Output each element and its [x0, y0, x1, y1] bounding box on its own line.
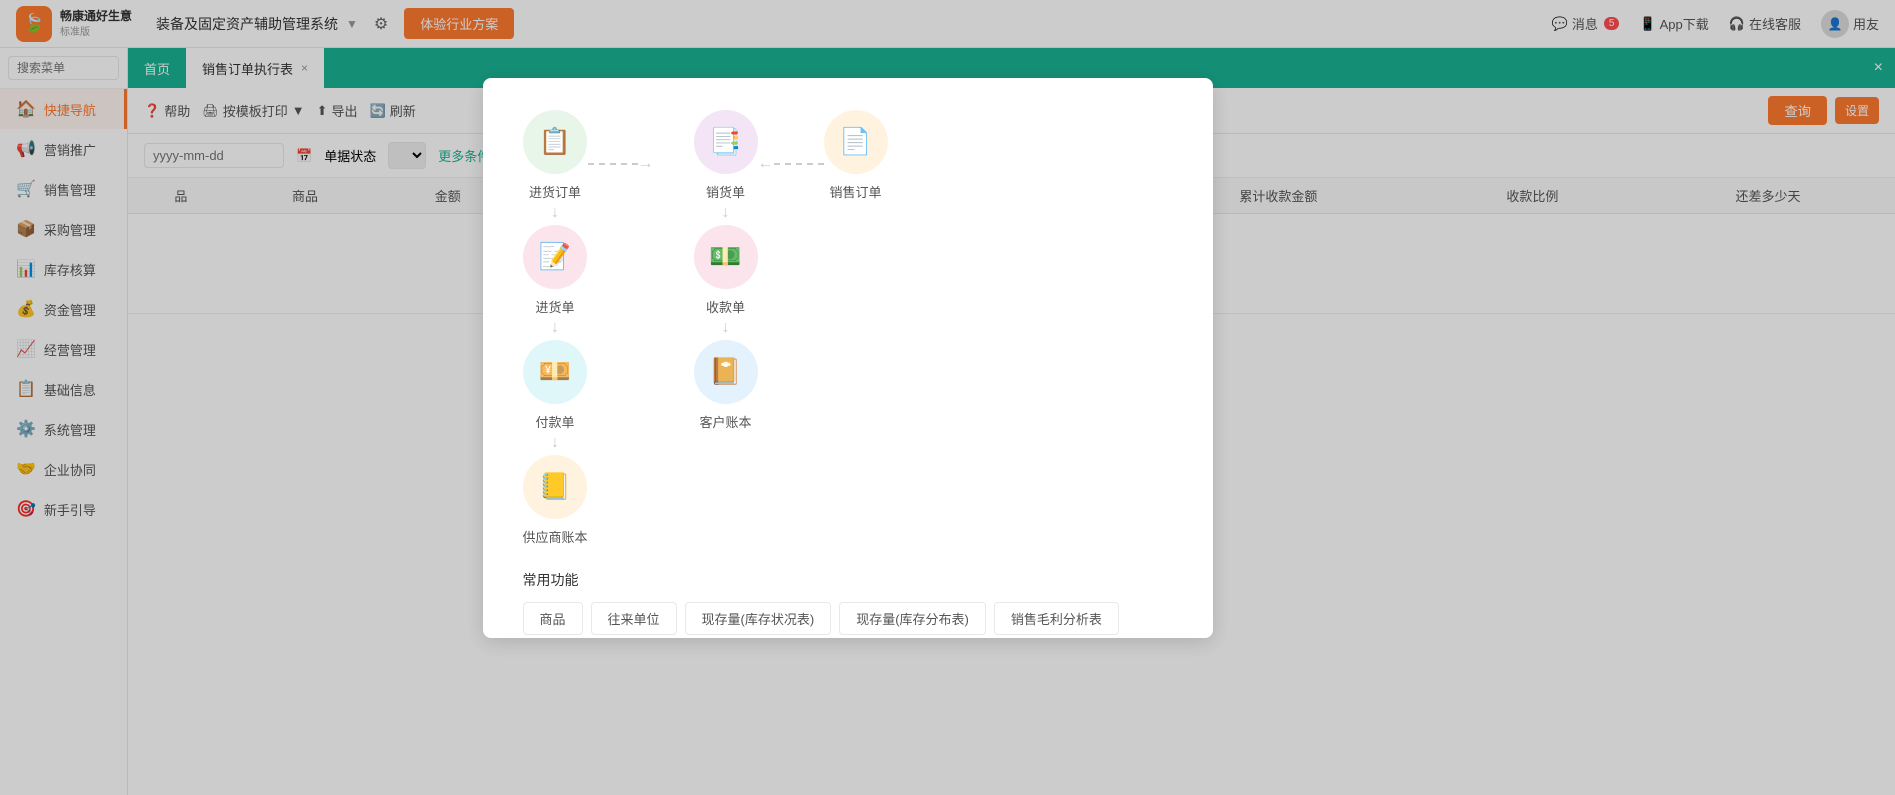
func-btn-1[interactable]: 往来单位: [591, 602, 677, 635]
flow-item-sales-bill[interactable]: 📑 销货单: [694, 110, 758, 201]
arrow-h-right: ←: [758, 132, 824, 196]
common-functions-title: 常用功能: [523, 570, 1173, 590]
right-flow-col: 📑 销货单 ↓ 💵 收款单 ↓ 📔 客户账本: [694, 110, 758, 431]
flow-item-receipt-bill[interactable]: 💵 收款单: [694, 225, 758, 316]
payment-bill-label: 付款单: [535, 412, 574, 431]
flow-diagram: 📋 进货订单 ↓ 📝 进货单 ↓ 💴 付款单 ↓ 📒: [523, 110, 1173, 546]
sales-order-circle: 📄: [824, 110, 888, 174]
supplier-account-label: 供应商账本: [523, 527, 588, 546]
left-arrow-area: →: [588, 110, 654, 196]
flow-item-supplier-account[interactable]: 📒 供应商账本: [523, 455, 588, 546]
flow-item-purchase-order[interactable]: 📋 进货订单: [523, 110, 587, 201]
arrow-down-3: ↓: [551, 435, 559, 451]
flow-item-sales-order[interactable]: 📄 销售订单: [824, 110, 888, 201]
func-btn-0[interactable]: 商品: [523, 602, 583, 635]
payment-bill-circle: 💴: [523, 340, 587, 404]
sales-bill-circle: 📑: [694, 110, 758, 174]
flow-item-purchase-bill[interactable]: 📝 进货单: [523, 225, 587, 316]
right-arrow-area: ←: [758, 110, 824, 196]
sales-order-col: 📄 销售订单: [824, 110, 888, 201]
supplier-account-circle: 📒: [523, 455, 587, 519]
purchase-order-circle: 📋: [523, 110, 587, 174]
customer-account-label: 客户账本: [700, 412, 752, 431]
func-btn-grid: 商品 往来单位 现存量(库存状况表) 现存量(库存分布表) 销售毛利分析表 商品…: [523, 602, 1173, 638]
func-btn-4[interactable]: 销售毛利分析表: [994, 602, 1119, 635]
arrow-down-1: ↓: [551, 205, 559, 221]
quick-nav-popup: 📋 进货订单 ↓ 📝 进货单 ↓ 💴 付款单 ↓ 📒: [483, 78, 1213, 638]
right-flow-section: 📑 销货单 ↓ 💵 收款单 ↓ 📔 客户账本: [694, 110, 888, 431]
purchase-order-label: 进货订单: [529, 182, 581, 201]
receipt-bill-label: 收款单: [706, 297, 745, 316]
arrow-down-4: ↓: [722, 205, 730, 221]
func-btn-3[interactable]: 现存量(库存分布表): [839, 602, 986, 635]
arrow-h-left: →: [588, 132, 654, 196]
sales-bill-label: 销货单: [706, 182, 745, 201]
flow-item-payment-bill[interactable]: 💴 付款单: [523, 340, 587, 431]
func-btn-2[interactable]: 现存量(库存状况表): [685, 602, 832, 635]
purchase-bill-label: 进货单: [535, 297, 574, 316]
purchase-bill-circle: 📝: [523, 225, 587, 289]
arrow-down-5: ↓: [722, 320, 730, 336]
popup-overlay[interactable]: 📋 进货订单 ↓ 📝 进货单 ↓ 💴 付款单 ↓ 📒: [0, 0, 1895, 795]
arrow-down-2: ↓: [551, 320, 559, 336]
sales-order-label: 销售订单: [830, 182, 882, 201]
left-flow-col: 📋 进货订单 ↓ 📝 进货单 ↓ 💴 付款单 ↓ 📒: [523, 110, 588, 546]
receipt-bill-circle: 💵: [694, 225, 758, 289]
common-functions-section: 常用功能 商品 往来单位 现存量(库存状况表) 现存量(库存分布表) 销售毛利分…: [523, 570, 1173, 638]
customer-account-circle: 📔: [694, 340, 758, 404]
popup-inner: 📋 进货订单 ↓ 📝 进货单 ↓ 💴 付款单 ↓ 📒: [483, 78, 1213, 638]
flow-item-customer-account[interactable]: 📔 客户账本: [694, 340, 758, 431]
